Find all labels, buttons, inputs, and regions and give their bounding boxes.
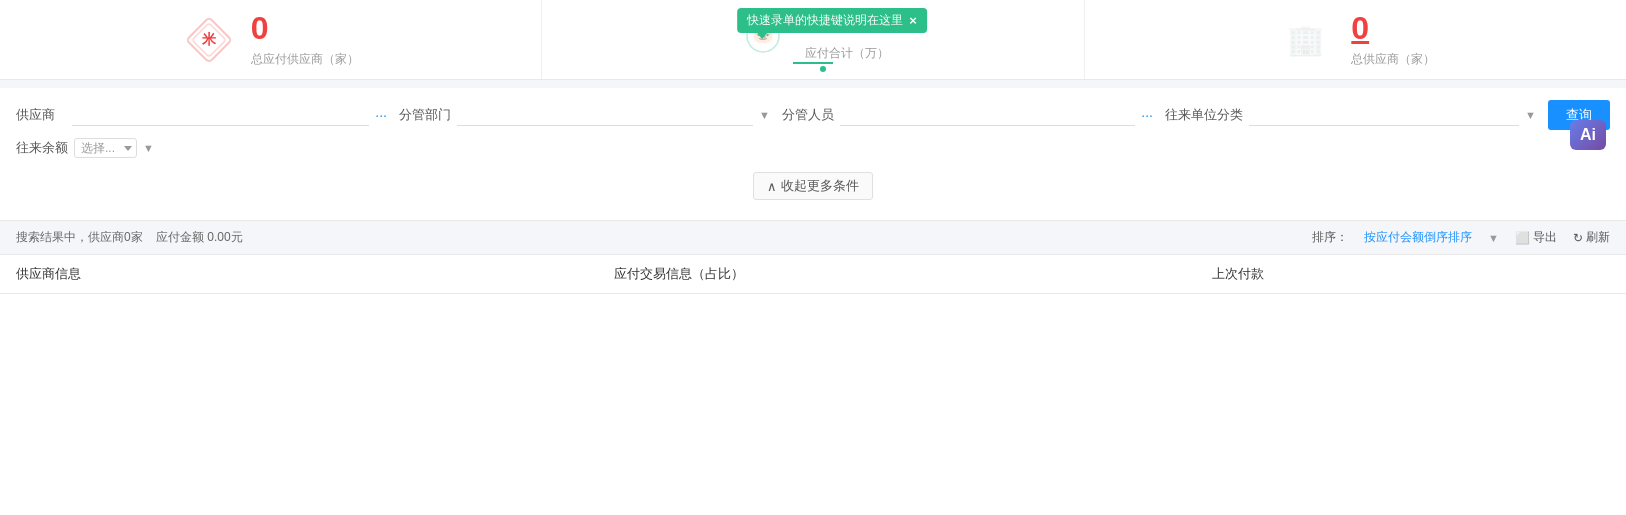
- balance-filter: 往来余额 选择... ▼: [16, 138, 256, 158]
- collapse-label: 收起更多条件: [781, 177, 859, 195]
- result-bar: 搜索结果中，供应商0家 应付金额 0.00元 排序： 按应付会额倒序排序 ▼ ⬜…: [0, 221, 1626, 255]
- supplier-input[interactable]: [72, 104, 369, 126]
- dept-dropdown-icon[interactable]: ▼: [759, 109, 770, 121]
- supplier-more-icon[interactable]: ···: [375, 107, 387, 123]
- col-supplier-header: 供应商信息: [16, 265, 614, 283]
- person-input[interactable]: [840, 104, 1135, 126]
- person-filter: 分管人员 ···: [782, 104, 1153, 126]
- table-header: 供应商信息 应付交易信息（占比） 上次付款: [0, 255, 1626, 294]
- total-suppliers-number: 0: [1351, 11, 1435, 46]
- filter-section: 供应商 ··· 分管部门 ▼ 分管人员 ··· 往来单位分类 ▼ 查询 往来余额…: [0, 88, 1626, 221]
- unit-class-dropdown-icon[interactable]: ▼: [1525, 109, 1536, 121]
- result-summary: 搜索结果中，供应商0家 应付金额 0.00元: [16, 229, 243, 246]
- ai-badge[interactable]: Ai: [1570, 120, 1606, 150]
- result-actions: 排序： 按应付会额倒序排序 ▼ ⬜ 导出 ↻ 刷新: [1312, 229, 1610, 246]
- dept-label: 分管部门: [399, 106, 451, 124]
- person-more-icon[interactable]: ···: [1141, 107, 1153, 123]
- refresh-label: 刷新: [1586, 229, 1610, 246]
- unit-class-label: 往来单位分类: [1165, 106, 1243, 124]
- tooltip-bubble: 快速录单的快捷键说明在这里 ×: [737, 8, 927, 33]
- dept-input[interactable]: [457, 104, 753, 126]
- filter-row-1: 供应商 ··· 分管部门 ▼ 分管人员 ··· 往来单位分类 ▼ 查询: [16, 100, 1610, 130]
- stat-payable-total: 🐷 0.00 应付合计（万） 快速录单的快捷键说明在这里 ×: [542, 0, 1084, 79]
- building-icon: 🏢: [1275, 20, 1335, 60]
- tooltip-dot: [818, 64, 828, 74]
- collapse-up-icon: ∧: [767, 179, 777, 194]
- unit-class-input[interactable]: [1249, 104, 1519, 126]
- stat-payable-suppliers: 米 0 总应付供应商（家）: [0, 0, 542, 79]
- tooltip-close-btn[interactable]: ×: [909, 13, 917, 28]
- filter-row-2: 往来余额 选择... ▼: [16, 138, 1610, 158]
- tooltip-line: [793, 62, 833, 64]
- col-lastpay-header: 上次付款: [1212, 265, 1611, 283]
- stats-bar: 米 0 总应付供应商（家） 🐷 0.00 应付合计（万） 快速录单的快捷键说明在…: [0, 0, 1626, 80]
- payable-suppliers-number: 0: [251, 11, 359, 46]
- collapse-row: ∧ 收起更多条件: [16, 166, 1610, 216]
- export-label: 导出: [1533, 229, 1557, 246]
- supplier-filter: 供应商 ···: [16, 104, 387, 126]
- result-amount-text: 应付金额 0.00元: [156, 230, 243, 244]
- export-icon: ⬜: [1515, 231, 1530, 245]
- refresh-icon: ↻: [1573, 231, 1583, 245]
- collapse-btn[interactable]: ∧ 收起更多条件: [753, 172, 873, 200]
- refresh-btn[interactable]: ↻ 刷新: [1573, 229, 1610, 246]
- unit-class-filter: 往来单位分类 ▼: [1165, 104, 1536, 126]
- sort-value[interactable]: 按应付会额倒序排序: [1364, 229, 1472, 246]
- payable-suppliers-label: 总应付供应商（家）: [251, 51, 359, 68]
- tooltip-text: 快速录单的快捷键说明在这里: [747, 12, 903, 29]
- sort-label: 排序：: [1312, 229, 1348, 246]
- supplier-label: 供应商: [16, 106, 66, 124]
- col-payable-header: 应付交易信息（占比）: [614, 265, 1212, 283]
- balance-select[interactable]: 选择...: [74, 138, 137, 158]
- dept-filter: 分管部门 ▼: [399, 104, 770, 126]
- person-label: 分管人员: [782, 106, 834, 124]
- table-body: [0, 294, 1626, 515]
- balance-label: 往来余额: [16, 139, 68, 157]
- total-suppliers-label: 总供应商（家）: [1351, 51, 1435, 68]
- export-btn[interactable]: ⬜ 导出: [1515, 229, 1557, 246]
- diamond-logo-icon: 米: [183, 14, 235, 66]
- sort-dropdown-icon[interactable]: ▼: [1488, 232, 1499, 244]
- payable-total-label: 应付合计（万）: [805, 45, 889, 62]
- balance-dropdown-icon[interactable]: ▼: [143, 142, 154, 154]
- svg-text:米: 米: [201, 31, 217, 47]
- stat-total-suppliers: 🏢 0 总供应商（家）: [1085, 0, 1626, 79]
- result-summary-text: 搜索结果中，供应商0家: [16, 230, 143, 244]
